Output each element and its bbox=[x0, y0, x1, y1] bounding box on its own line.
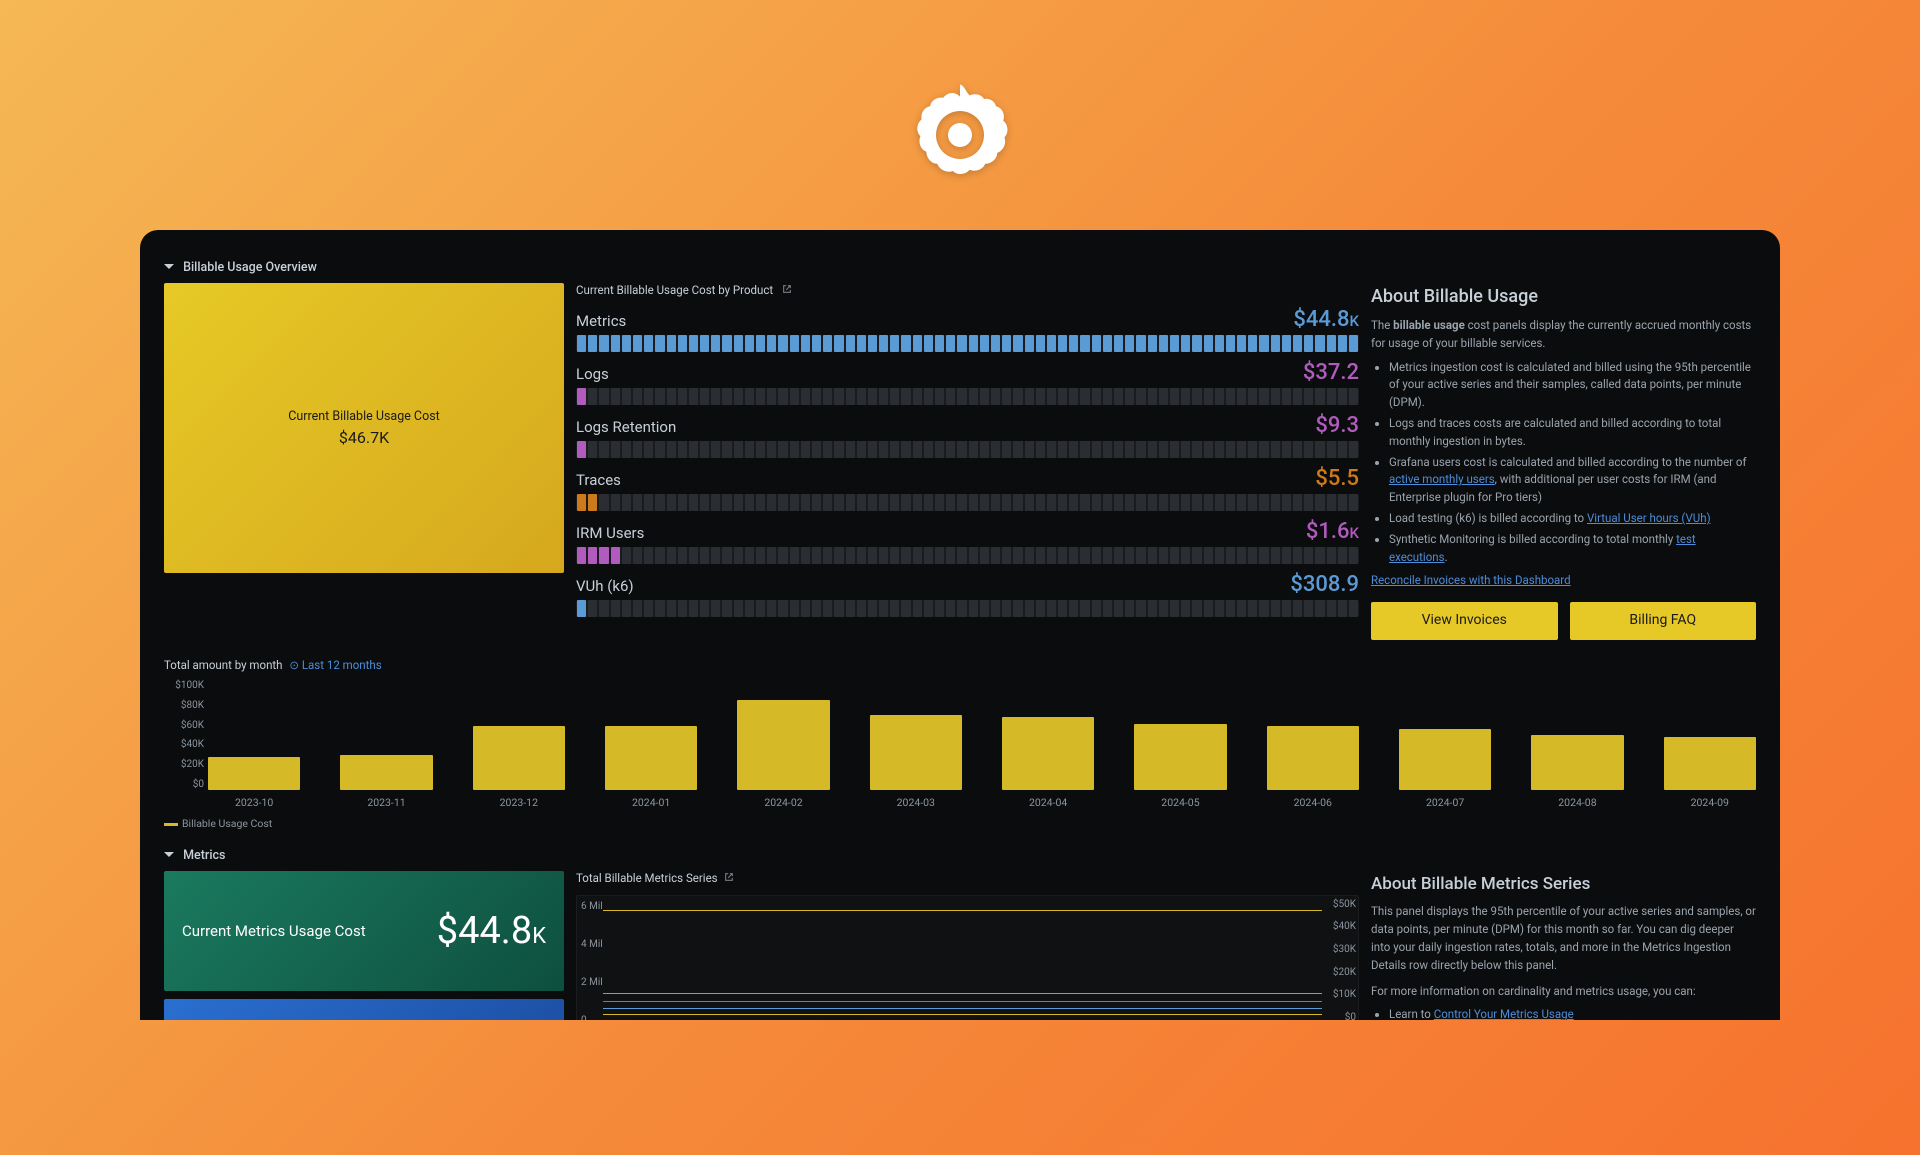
product-name: Traces bbox=[576, 471, 621, 489]
monthly-bar[interactable] bbox=[1267, 726, 1359, 790]
monthly-bar[interactable] bbox=[737, 700, 829, 790]
monthly-bar[interactable] bbox=[1664, 737, 1756, 790]
chevron-down-icon bbox=[164, 852, 174, 857]
monthly-bar[interactable] bbox=[340, 755, 432, 790]
product-value: $1.6K bbox=[1306, 519, 1359, 544]
row-billable-usage[interactable]: Billable Usage Overview bbox=[164, 260, 1756, 275]
card-label: Current Metrics Usage Cost bbox=[182, 922, 366, 940]
product-bar bbox=[576, 441, 1359, 458]
series-line-chart[interactable]: 6 Mil4 Mil2 Mil0$50K$40K$30K$20K$10K$010… bbox=[576, 895, 1359, 1020]
monthly-bar[interactable] bbox=[473, 726, 565, 790]
product-value: $44.8K bbox=[1293, 307, 1359, 332]
product-row[interactable]: Traces $5.5 bbox=[576, 466, 1359, 511]
chart-legend: Billable Usage Cost bbox=[164, 817, 1756, 830]
big-cost-label: Current Billable Usage Cost bbox=[288, 409, 440, 424]
product-row[interactable]: VUh (k6) $308.9 bbox=[576, 572, 1359, 617]
monthly-bar[interactable] bbox=[1399, 729, 1491, 790]
row-title: Metrics bbox=[183, 848, 225, 863]
product-name: Metrics bbox=[576, 312, 626, 330]
panel-title: Current Billable Usage Cost by Product bbox=[576, 283, 1359, 297]
product-bar bbox=[576, 494, 1359, 511]
monthly-bar[interactable] bbox=[1134, 724, 1226, 790]
monthly-bar[interactable] bbox=[208, 757, 300, 790]
metrics-usage-cost-panel[interactable]: Current Metrics Usage Cost $44.8K bbox=[164, 871, 564, 991]
time-range[interactable]: ⊙ Last 12 months bbox=[289, 658, 381, 672]
total-by-month-panel: Total amount by month ⊙ Last 12 months $… bbox=[164, 658, 1756, 830]
monthly-bar[interactable] bbox=[1531, 735, 1623, 790]
view-invoices-button[interactable]: View Invoices bbox=[1371, 602, 1558, 640]
external-link-icon[interactable] bbox=[724, 871, 734, 885]
external-link-icon[interactable] bbox=[782, 283, 792, 297]
control-metrics-link[interactable]: Control Your Metrics Usage bbox=[1434, 1007, 1574, 1020]
product-row[interactable]: Logs Retention $9.3 bbox=[576, 413, 1359, 458]
product-value: $5.5 bbox=[1315, 466, 1359, 491]
product-bar bbox=[576, 335, 1359, 352]
product-bar bbox=[576, 547, 1359, 564]
dashboard: Billable Usage Overview Current Billable… bbox=[140, 230, 1780, 1020]
monthly-bar[interactable] bbox=[870, 715, 962, 790]
row-title: Billable Usage Overview bbox=[183, 260, 317, 275]
current-billable-usage-cost-panel[interactable]: Current Billable Usage Cost $46.7K bbox=[164, 283, 564, 573]
row-metrics[interactable]: Metrics bbox=[164, 848, 1756, 863]
product-row[interactable]: Logs $37.2 bbox=[576, 360, 1359, 405]
about-billable-usage: About Billable Usage The billable usage … bbox=[1371, 283, 1756, 640]
product-name: IRM Users bbox=[576, 524, 644, 542]
billable-metrics-series-panel[interactable]: Current Billable Metrics Series 5.60Mil bbox=[164, 999, 564, 1020]
product-name: Logs bbox=[576, 365, 609, 383]
product-name: VUh (k6) bbox=[576, 577, 634, 595]
monthly-bar[interactable] bbox=[605, 726, 697, 790]
billing-faq-button[interactable]: Billing FAQ bbox=[1570, 602, 1757, 640]
total-billable-series-panel: Total Billable Metrics Series 6 Mil4 Mil… bbox=[576, 871, 1359, 1020]
big-cost-value: $46.7K bbox=[339, 428, 389, 447]
grafana-logo-icon bbox=[900, 75, 1020, 195]
active-monthly-users-link[interactable]: active monthly users bbox=[1389, 472, 1495, 486]
chevron-down-icon bbox=[164, 264, 174, 269]
product-value: $9.3 bbox=[1315, 413, 1359, 438]
about-metrics-series: About Billable Metrics Series This panel… bbox=[1371, 871, 1756, 1020]
product-bar bbox=[576, 600, 1359, 617]
monthly-bar-chart[interactable]: $100K$80K$60K$40K$20K$0 bbox=[164, 680, 1756, 790]
product-value: $37.2 bbox=[1303, 360, 1359, 385]
monthly-bar[interactable] bbox=[1002, 717, 1094, 790]
reconcile-link[interactable]: Reconcile Invoices with this Dashboard bbox=[1371, 573, 1571, 587]
card-value: $44.8K bbox=[437, 909, 546, 953]
product-row[interactable]: IRM Users $1.6K bbox=[576, 519, 1359, 564]
product-row[interactable]: Metrics $44.8K bbox=[576, 307, 1359, 352]
about-title: About Billable Usage bbox=[1371, 283, 1756, 311]
product-name: Logs Retention bbox=[576, 418, 676, 436]
product-bar bbox=[576, 388, 1359, 405]
panel-title: Total amount by month bbox=[164, 658, 283, 672]
product-value: $308.9 bbox=[1290, 572, 1359, 597]
usage-by-product-panel: Current Billable Usage Cost by Product M… bbox=[576, 283, 1359, 640]
vuh-link[interactable]: Virtual User hours (VUh) bbox=[1587, 511, 1711, 525]
